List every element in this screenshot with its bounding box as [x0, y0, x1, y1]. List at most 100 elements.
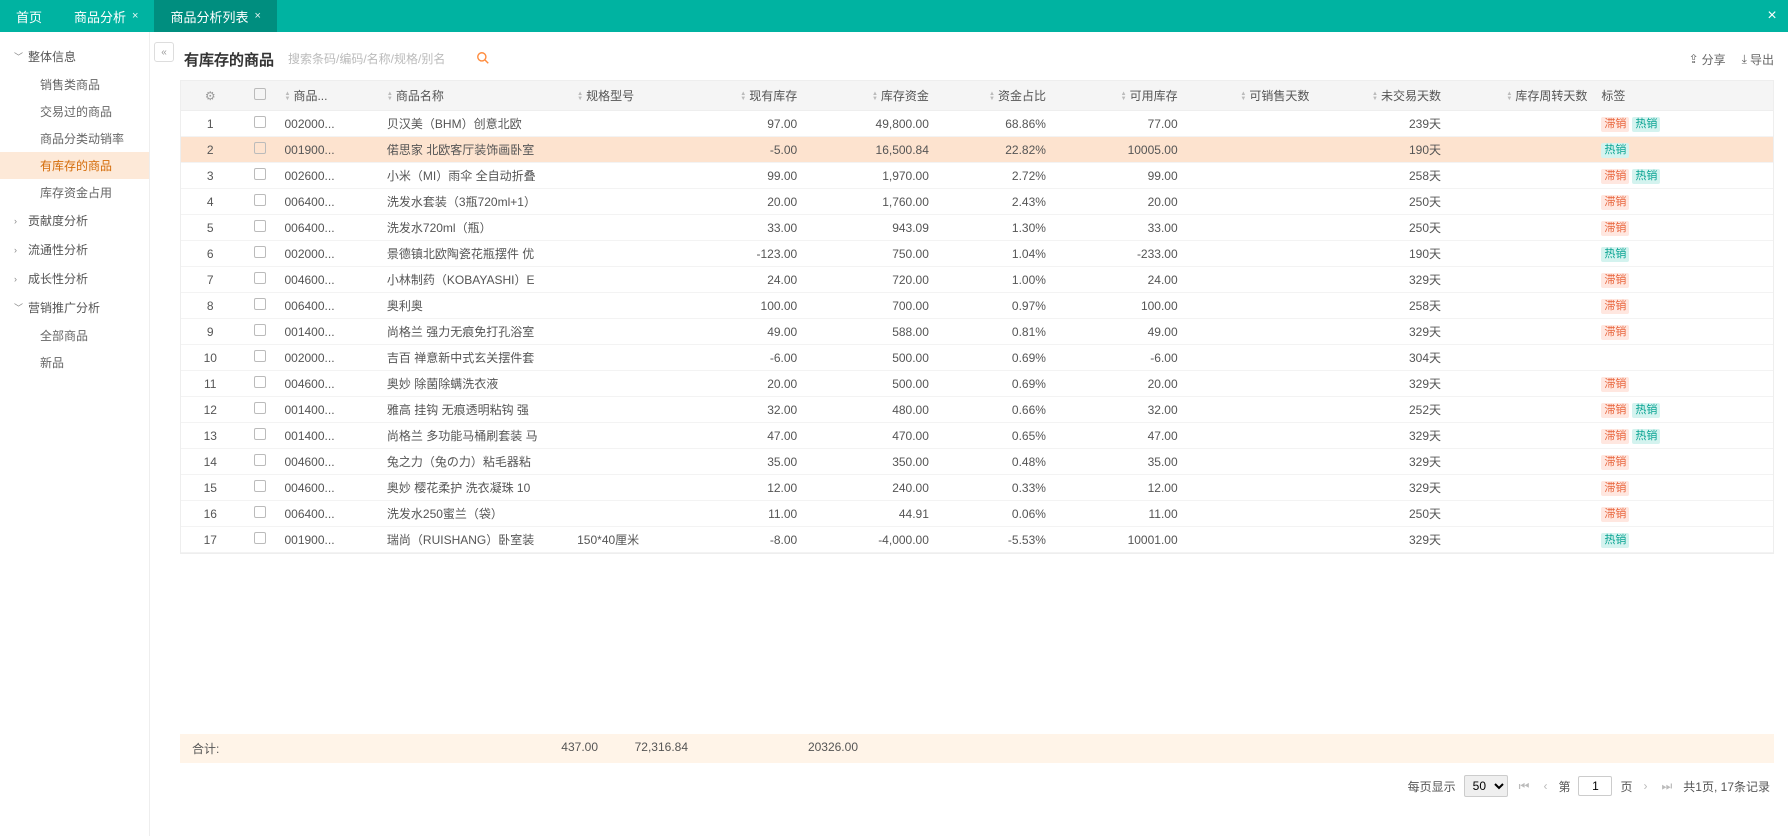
column-header[interactable]: 标签 [1597, 81, 1773, 111]
sort-icon[interactable]: ▲▼ [577, 92, 583, 102]
column-header[interactable]: ▲▼规格型号 [573, 81, 690, 111]
summary-stock: 437.00 [418, 740, 598, 757]
tab-close-icon[interactable]: × [254, 10, 260, 22]
sidebar-collapse-icon[interactable]: « [154, 42, 174, 62]
row-checkbox[interactable] [254, 142, 266, 154]
cell-selld [1188, 449, 1320, 475]
row-checkbox[interactable] [254, 220, 266, 232]
cell-selld [1188, 345, 1320, 371]
column-header[interactable]: ▲▼库存资金 [807, 81, 939, 111]
row-checkbox[interactable] [254, 454, 266, 466]
column-header[interactable]: ▲▼库存周转天数 [1451, 81, 1597, 111]
table-row[interactable]: 13001400...尚格兰 多功能马桶刷套装 马47.00470.000.65… [181, 423, 1773, 449]
sidebar-item[interactable]: 新品 [0, 349, 149, 376]
search-input[interactable] [288, 52, 468, 66]
sidebar-group[interactable]: ›成长性分析 [0, 264, 149, 293]
sidebar-item[interactable]: 销售类商品 [0, 71, 149, 98]
cell-turn [1451, 267, 1597, 293]
table-row[interactable]: 14004600...兔之力（兔の力）粘毛器粘35.00350.000.48%3… [181, 449, 1773, 475]
row-checkbox[interactable] [254, 532, 266, 544]
row-checkbox[interactable] [254, 402, 266, 414]
sort-icon[interactable]: ▲▼ [1506, 92, 1512, 102]
page-last-icon[interactable]: ⏭ [1658, 779, 1675, 794]
checkbox-all[interactable] [254, 88, 266, 100]
table-row[interactable]: 8006400...奥利奥100.00700.000.97%100.00258天… [181, 293, 1773, 319]
page-prev-icon[interactable]: ‹ [1540, 779, 1550, 793]
column-header[interactable]: ⚙ [181, 81, 240, 111]
sidebar-group[interactable]: ›贡献度分析 [0, 206, 149, 235]
sidebar-group[interactable]: ›流通性分析 [0, 235, 149, 264]
sidebar-item[interactable]: 交易过的商品 [0, 98, 149, 125]
column-header[interactable]: ▲▼商品... [280, 81, 382, 111]
row-checkbox[interactable] [254, 272, 266, 284]
cell-name: 吉百 禅意新中式玄关摆件套 [383, 345, 573, 371]
sort-icon[interactable]: ▲▼ [872, 92, 878, 102]
row-checkbox[interactable] [254, 194, 266, 206]
cell-notrade: 252天 [1319, 397, 1451, 423]
row-checkbox[interactable] [254, 350, 266, 362]
sidebar-item[interactable]: 有库存的商品 [0, 152, 149, 179]
sort-icon[interactable]: ▲▼ [1121, 92, 1127, 102]
gear-icon[interactable]: ⚙ [205, 89, 216, 103]
sort-icon[interactable]: ▲▼ [284, 92, 290, 102]
table-row[interactable]: 9001400...尚格兰 强力无痕免打孔浴室49.00588.000.81%4… [181, 319, 1773, 345]
share-button[interactable]: ⇪ 分享 [1689, 51, 1726, 68]
column-header[interactable]: ▲▼商品名称 [383, 81, 573, 111]
cell-turn [1451, 293, 1597, 319]
row-checkbox[interactable] [254, 506, 266, 518]
table-row[interactable]: 5006400...洗发水720ml（瓶）33.00943.091.30%33.… [181, 215, 1773, 241]
table-row[interactable]: 1002000...贝汉美（BHM）创意北欧97.0049,800.0068.8… [181, 111, 1773, 137]
tab-商品分析列表[interactable]: 商品分析列表× [154, 0, 276, 32]
row-checkbox[interactable] [254, 428, 266, 440]
sidebar-group[interactable]: ﹀整体信息 [0, 42, 149, 71]
sort-icon[interactable]: ▲▼ [1372, 92, 1378, 102]
table-row[interactable]: 16006400...洗发水250蜜兰（袋）11.0044.910.06%11.… [181, 501, 1773, 527]
row-checkbox[interactable] [254, 246, 266, 258]
search-icon[interactable] [476, 51, 490, 68]
table-row[interactable]: 6002000...景德镇北欧陶瓷花瓶摆件 优-123.00750.001.04… [181, 241, 1773, 267]
table-row[interactable]: 10002000...吉百 禅意新中式玄关摆件套-6.00500.000.69%… [181, 345, 1773, 371]
row-checkbox[interactable] [254, 480, 266, 492]
column-label: 现有库存 [749, 89, 797, 103]
table-row[interactable]: 3002600...小米（MI）雨伞 全自动折叠99.001,970.002.7… [181, 163, 1773, 189]
row-checkbox[interactable] [254, 116, 266, 128]
cell-notrade: 250天 [1319, 501, 1451, 527]
table-row[interactable]: 15004600...奥妙 樱花柔护 洗衣凝珠 1012.00240.000.3… [181, 475, 1773, 501]
page-next-icon[interactable]: › [1640, 779, 1650, 793]
close-all-icon[interactable]: × [1756, 0, 1788, 32]
tab-商品分析[interactable]: 商品分析× [58, 0, 154, 32]
column-header[interactable]: ▲▼可销售天数 [1188, 81, 1320, 111]
page-first-icon[interactable]: ⏮ [1516, 779, 1533, 794]
table-row[interactable]: 11004600...奥妙 除菌除螨洗衣液20.00500.000.69%20.… [181, 371, 1773, 397]
table-row[interactable]: 2001900...偌思家 北欧客厅装饰画卧室-5.0016,500.8422.… [181, 137, 1773, 163]
column-header[interactable]: ▲▼可用库存 [1056, 81, 1188, 111]
cell-stock: -6.00 [690, 345, 807, 371]
table-row[interactable]: 17001900...瑞尚（RUISHANG）卧室装150*40厘米-8.00-… [181, 527, 1773, 553]
cell-gear: 12 [181, 397, 240, 423]
column-header[interactable] [240, 81, 281, 111]
page-input[interactable] [1578, 776, 1612, 796]
table-row[interactable]: 12001400...雅高 挂钩 无痕透明粘钩 强32.00480.000.66… [181, 397, 1773, 423]
sort-icon[interactable]: ▲▼ [989, 92, 995, 102]
sidebar-item[interactable]: 全部商品 [0, 322, 149, 349]
table-row[interactable]: 7004600...小林制药（KOBAYASHI）E24.00720.001.0… [181, 267, 1773, 293]
row-checkbox[interactable] [254, 298, 266, 310]
tab-首页[interactable]: 首页 [0, 0, 58, 32]
column-header[interactable]: ▲▼现有库存 [690, 81, 807, 111]
sidebar-item[interactable]: 商品分类动销率 [0, 125, 149, 152]
export-button[interactable]: ⤓ 导出 [1742, 51, 1774, 68]
sort-icon[interactable]: ▲▼ [740, 92, 746, 102]
sidebar-item[interactable]: 库存资金占用 [0, 179, 149, 206]
sidebar-group[interactable]: ﹀营销推广分析 [0, 293, 149, 322]
row-checkbox[interactable] [254, 168, 266, 180]
column-header[interactable]: ▲▼未交易天数 [1319, 81, 1451, 111]
per-page-select[interactable]: 50 [1464, 775, 1508, 797]
sort-icon[interactable]: ▲▼ [1240, 92, 1246, 102]
row-checkbox[interactable] [254, 324, 266, 336]
table-row[interactable]: 4006400...洗发水套装（3瓶720ml+1）20.001,760.002… [181, 189, 1773, 215]
sort-icon[interactable]: ▲▼ [387, 92, 393, 102]
cell-name: 尚格兰 强力无痕免打孔浴室 [383, 319, 573, 345]
tab-close-icon[interactable]: × [132, 10, 138, 22]
row-checkbox[interactable] [254, 376, 266, 388]
column-header[interactable]: ▲▼资金占比 [939, 81, 1056, 111]
